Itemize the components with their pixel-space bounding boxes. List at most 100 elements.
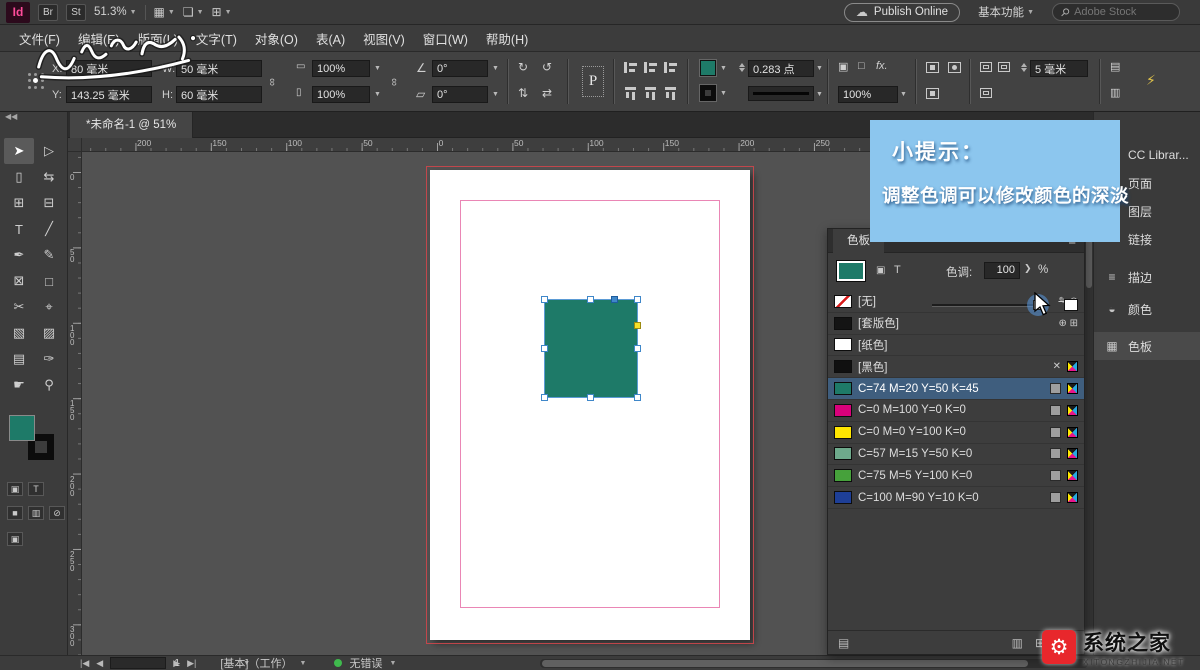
rotate-clockwise-button[interactable]: ↻ bbox=[518, 60, 528, 74]
swatch-row-selected[interactable]: C=74 M=20 Y=50 K=45 bbox=[828, 378, 1084, 400]
stroke-weight-stepper[interactable] bbox=[738, 62, 746, 73]
selection-handle[interactable] bbox=[634, 394, 641, 401]
scale-y-field[interactable] bbox=[312, 86, 370, 103]
x-position-field[interactable] bbox=[66, 60, 152, 77]
gradient-feather-tool[interactable]: ▨ bbox=[34, 320, 64, 346]
height-field[interactable] bbox=[176, 86, 262, 103]
page-number-dropdown[interactable]: ▼ bbox=[110, 657, 166, 669]
fill-swatch[interactable] bbox=[9, 415, 35, 441]
align-left-button[interactable] bbox=[624, 62, 637, 73]
selection-handle[interactable] bbox=[541, 296, 548, 303]
chevron-down-icon[interactable]: ▼ bbox=[816, 91, 823, 98]
line-tool[interactable]: ╱ bbox=[34, 216, 64, 242]
collapse-panel-icon[interactable]: ◀◀ bbox=[5, 112, 17, 121]
auto-fit-button[interactable] bbox=[980, 88, 992, 98]
menu-edit[interactable]: 编辑(E) bbox=[69, 29, 129, 48]
selection-handle[interactable] bbox=[587, 394, 594, 401]
menu-type[interactable]: 文字(T) bbox=[187, 29, 246, 48]
selection-handle[interactable] bbox=[587, 296, 594, 303]
swatch-row[interactable]: C=100 M=90 Y=10 K=0 bbox=[828, 487, 1084, 509]
constrain-scale-link-icon[interactable]: ∞ bbox=[390, 74, 398, 88]
flip-vertical-button[interactable]: ⇅ bbox=[518, 86, 528, 100]
note-tool[interactable]: ▤ bbox=[4, 346, 34, 372]
screen-mode-button[interactable]: ▣ bbox=[7, 532, 23, 546]
swatch-row[interactable]: C=57 M=15 Y=50 K=0 bbox=[828, 444, 1084, 466]
tint-slider-handle[interactable] bbox=[1033, 300, 1043, 310]
menu-window[interactable]: 窗口(W) bbox=[414, 29, 477, 48]
drop-shadow-button[interactable]: ▣ bbox=[838, 60, 848, 73]
align-center-button[interactable] bbox=[644, 62, 657, 73]
rotation-angle-field[interactable] bbox=[432, 60, 488, 77]
menu-table[interactable]: 表(A) bbox=[307, 29, 354, 48]
page-tool[interactable]: ▯ bbox=[4, 164, 34, 190]
stroke-weight-field[interactable] bbox=[748, 60, 814, 77]
selection-handle[interactable] bbox=[541, 345, 548, 352]
corner-radius-stepper[interactable] bbox=[1020, 62, 1028, 73]
selection-handle[interactable] bbox=[634, 345, 641, 352]
wrap-around-object-button[interactable] bbox=[926, 88, 939, 99]
preflight-status-text[interactable]: 无错误 bbox=[349, 655, 382, 670]
wrap-around-bounding-box-button[interactable] bbox=[948, 62, 961, 73]
dock-item-color[interactable]: ◒颜色 bbox=[1094, 296, 1200, 322]
chevron-down-icon[interactable]: ▼ bbox=[492, 65, 499, 72]
opacity-field[interactable] bbox=[838, 86, 898, 103]
screen-mode-dropdown[interactable]: ❏▼ bbox=[183, 5, 204, 19]
chevron-down-icon[interactable]: ▼ bbox=[900, 91, 907, 98]
transparency-button[interactable]: □ bbox=[858, 60, 865, 72]
swatch-row[interactable]: C=0 M=0 Y=100 K=0 bbox=[828, 422, 1084, 444]
hand-tool[interactable]: ☛ bbox=[4, 372, 34, 398]
chevron-down-icon[interactable]: ▼ bbox=[720, 90, 727, 97]
fit-content-button[interactable] bbox=[980, 62, 992, 72]
rectangle-tool[interactable]: □ bbox=[34, 268, 64, 294]
menu-view[interactable]: 视图(V) bbox=[354, 29, 414, 48]
stroke-style-dropdown[interactable] bbox=[748, 86, 814, 101]
shear-angle-field[interactable] bbox=[432, 86, 488, 103]
pen-tool[interactable]: ✒ bbox=[4, 242, 34, 268]
apply-none-button[interactable]: ⊘ bbox=[49, 506, 65, 520]
publish-online-button[interactable]: ☁Publish Online bbox=[844, 3, 960, 22]
scrollbar-thumb[interactable] bbox=[542, 660, 1028, 667]
ruler-origin-corner[interactable] bbox=[68, 138, 82, 152]
bridge-button[interactable]: Br bbox=[38, 4, 58, 21]
constrain-proportions-link-icon[interactable]: ∞ bbox=[268, 74, 276, 88]
swatch-row-registration[interactable]: [套版色] bbox=[828, 313, 1084, 335]
new-color-group-icon[interactable]: ▥ bbox=[1012, 636, 1023, 650]
chevron-down-icon[interactable]: ▼ bbox=[492, 91, 499, 98]
selection-handle[interactable] bbox=[634, 296, 641, 303]
gradient-swatch-tool[interactable]: ▧ bbox=[4, 320, 34, 346]
reference-point-proxy[interactable] bbox=[26, 71, 46, 91]
selection-tool[interactable]: ➤ bbox=[4, 138, 34, 164]
previous-page-button[interactable]: ◀ bbox=[96, 658, 103, 669]
effects-fx-button[interactable]: fx. bbox=[876, 60, 888, 72]
scissors-tool[interactable]: ✂ bbox=[4, 294, 34, 320]
selected-rectangle[interactable] bbox=[545, 300, 637, 397]
fill-proxy-icon[interactable]: ▣ bbox=[876, 265, 885, 276]
tint-dropdown-icon[interactable]: ❯ bbox=[1024, 263, 1032, 274]
dock-item-stroke[interactable]: ≡描边 bbox=[1094, 264, 1200, 290]
workspace-switcher[interactable]: 基本功能▼ bbox=[978, 4, 1034, 20]
view-options-dropdown[interactable]: ▦▼ bbox=[154, 5, 175, 19]
y-position-field[interactable] bbox=[66, 86, 152, 103]
align-top-button[interactable] bbox=[625, 87, 636, 100]
stroke-color-swatch[interactable] bbox=[700, 85, 716, 101]
formatting-affects-text-button[interactable]: T bbox=[28, 482, 44, 496]
align-bottom-button[interactable] bbox=[665, 87, 676, 100]
pencil-tool[interactable]: ✎ bbox=[34, 242, 64, 268]
rectangle-frame-tool[interactable]: ⊠ bbox=[4, 268, 34, 294]
text-proxy-icon[interactable]: T bbox=[894, 264, 901, 276]
search-input[interactable] bbox=[1074, 6, 1164, 18]
width-field[interactable] bbox=[176, 60, 262, 77]
fill-color-swatch[interactable] bbox=[700, 60, 716, 76]
horizontal-scrollbar[interactable] bbox=[540, 659, 1088, 668]
text-frame-options-button[interactable]: ▤ bbox=[1110, 60, 1120, 73]
apply-color-button[interactable]: ■ bbox=[7, 506, 23, 520]
adobe-stock-search[interactable]: ⚲ bbox=[1052, 3, 1180, 21]
eyedropper-tool[interactable]: ✑ bbox=[34, 346, 64, 372]
last-page-button[interactable]: ▶| bbox=[187, 658, 196, 669]
flip-horizontal-button[interactable]: ⇄ bbox=[542, 86, 552, 100]
dock-item-swatches[interactable]: ▦色板 bbox=[1094, 332, 1200, 360]
baseline-options-button[interactable]: ▥ bbox=[1110, 86, 1120, 99]
align-right-button[interactable] bbox=[664, 62, 677, 73]
gap-tool[interactable]: ⇆ bbox=[34, 164, 64, 190]
apply-gradient-button[interactable]: ▥ bbox=[28, 506, 44, 520]
